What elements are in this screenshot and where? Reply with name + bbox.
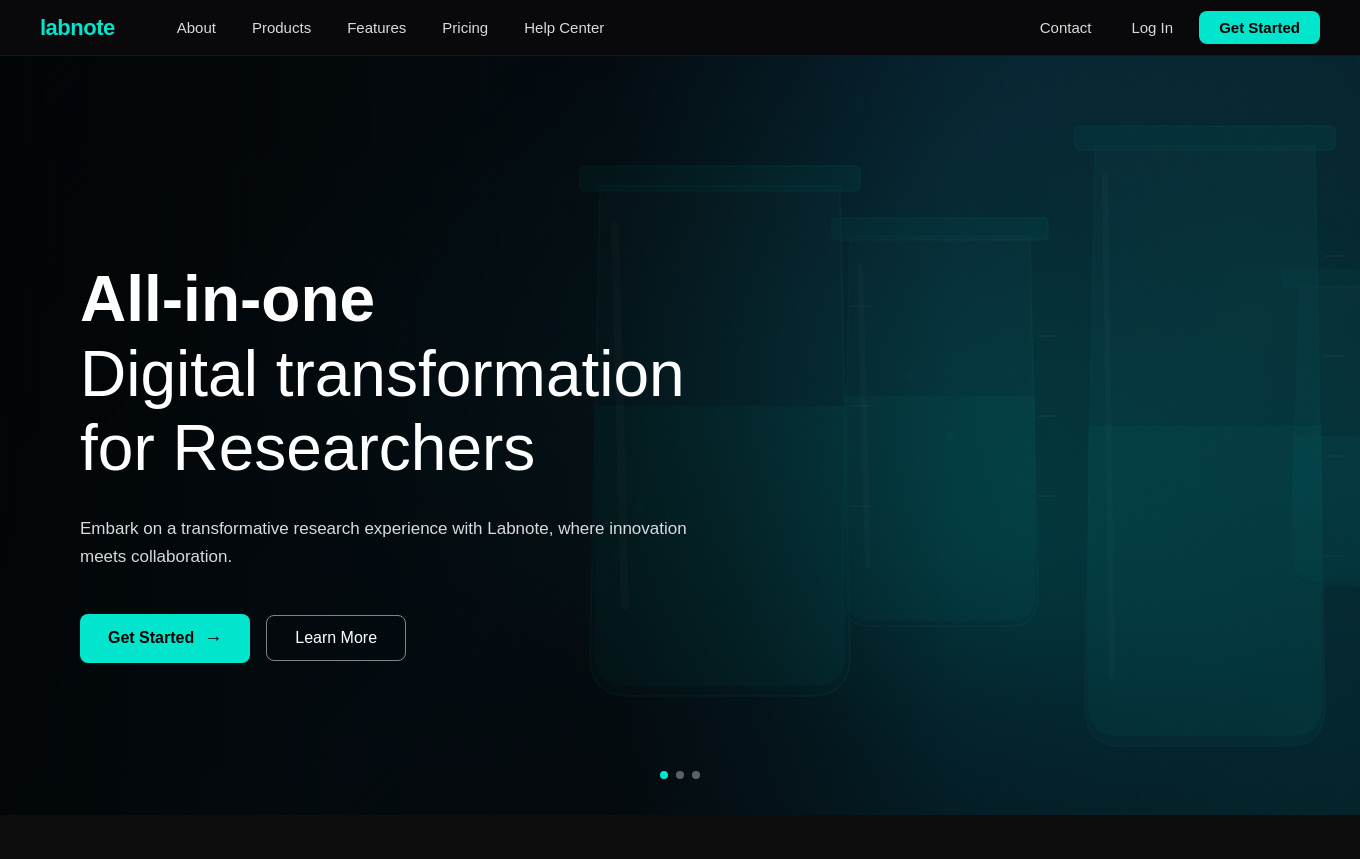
hero-headline-line3: for Researchers	[80, 413, 700, 483]
hero-section: All-in-one Digital transformation for Re…	[0, 56, 1360, 815]
nav-help-center[interactable]: Help Center	[510, 13, 618, 42]
hero-description: Embark on a transformative research expe…	[80, 515, 700, 569]
hero-learn-more-button[interactable]: Learn More	[266, 615, 406, 661]
nav-products[interactable]: Products	[238, 13, 325, 42]
hero-get-started-button[interactable]: Get Started →	[80, 614, 250, 663]
carousel-dot-1[interactable]	[660, 771, 668, 779]
hero-headline-bold: All-in-one	[80, 264, 700, 334]
navbar: labnote About Products Features Pricing …	[0, 0, 1360, 56]
nav-contact-link[interactable]: Contact	[1026, 13, 1106, 42]
carousel-dots	[660, 771, 700, 779]
hero-buttons: Get Started → Learn More	[80, 614, 700, 663]
nav-features[interactable]: Features	[333, 13, 420, 42]
logo[interactable]: labnote	[40, 15, 115, 41]
nav-links: About Products Features Pricing Help Cen…	[163, 13, 1026, 42]
nav-about[interactable]: About	[163, 13, 230, 42]
hero-headline-line2: Digital transformation	[80, 339, 700, 409]
carousel-dot-3[interactable]	[692, 771, 700, 779]
below-hero-section	[0, 815, 1360, 859]
carousel-dot-2[interactable]	[676, 771, 684, 779]
hero-content: All-in-one Digital transformation for Re…	[0, 208, 700, 663]
nav-login-link[interactable]: Log In	[1117, 13, 1187, 42]
nav-pricing[interactable]: Pricing	[428, 13, 502, 42]
nav-get-started-button[interactable]: Get Started	[1199, 11, 1320, 44]
nav-right: Contact Log In Get Started	[1026, 11, 1320, 44]
